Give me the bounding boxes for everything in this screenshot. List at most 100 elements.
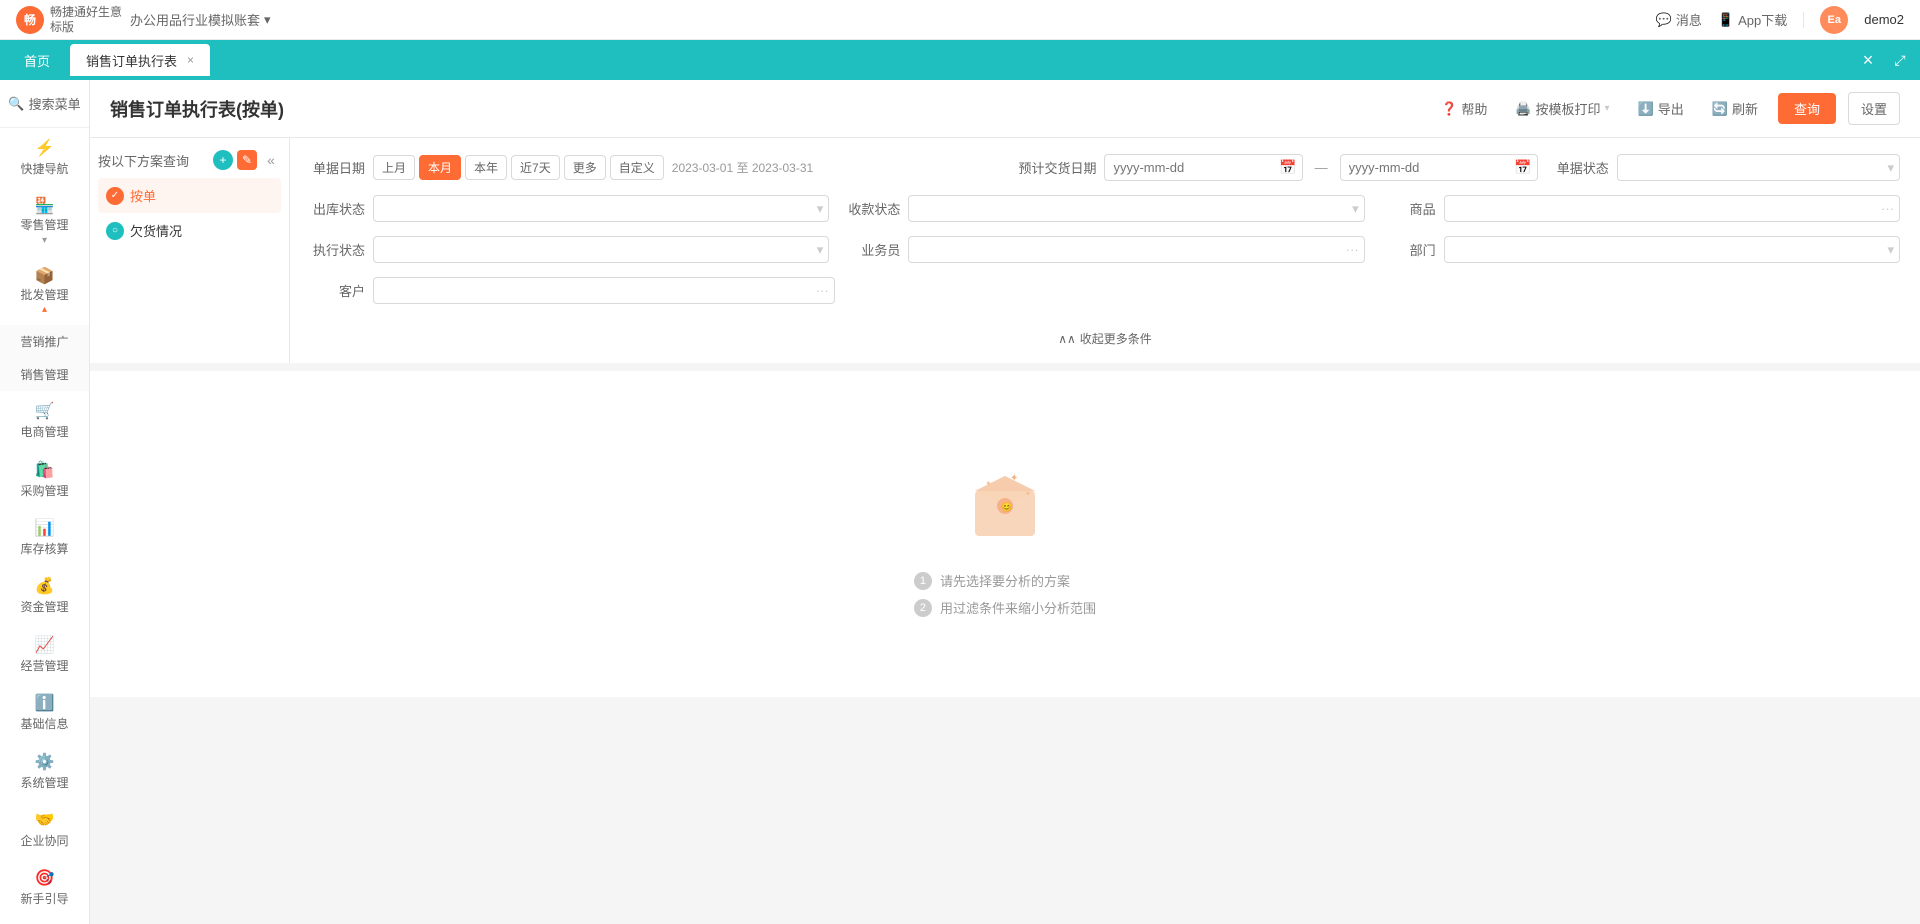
doc-status-input[interactable] (1617, 154, 1900, 181)
filter-panel: 按以下方案查询 + ✎ « ✓ 按单 ○ 欠货情况 (90, 138, 1920, 363)
date-filter-buttons: 上月 本月 本年 近7天 更多 自定义 (373, 155, 664, 180)
expected-delivery-start: 📅 (1104, 154, 1302, 181)
settings-button[interactable]: 设置 (1848, 92, 1900, 125)
sidebar-item-wholesale[interactable]: 📦 批发管理 ▴ (0, 256, 89, 325)
divider (1803, 12, 1804, 28)
message-button[interactable]: 💬 消息 (1656, 10, 1702, 29)
sidebar-item-quick-nav[interactable]: ⚡ 快捷导航 (0, 128, 89, 186)
delivery-status-input[interactable] (373, 195, 829, 222)
execution-status-dropdown-icon: ▾ (817, 242, 824, 258)
page-header-actions: ❓ 帮助 🖨️ 按模板打印 ▾ ⬇️ 导出 🔄 刷新 查询 (1433, 92, 1900, 125)
export-icon: ⬇️ (1638, 101, 1654, 117)
date-btn-this-month[interactable]: 本月 (419, 155, 461, 180)
execution-status-input[interactable] (373, 236, 829, 263)
sidebar-item-inventory[interactable]: 📊 库存核算 (0, 508, 89, 566)
refresh-icon: 🔄 (1712, 101, 1728, 117)
collapse-scheme-button[interactable]: « (261, 150, 281, 170)
ecommerce-icon: 🛒 (35, 401, 55, 421)
payment-status-field: 收款状态 ▾ (845, 195, 1364, 222)
add-scheme-button[interactable]: + (213, 150, 233, 170)
sidebar-item-enterprise[interactable]: 🤝 企业协同 (0, 800, 89, 858)
salesman-input[interactable] (908, 236, 1364, 263)
goods-input[interactable] (1444, 195, 1900, 222)
payment-status-wrapper: ▾ (908, 195, 1364, 222)
tab-close-window-button[interactable]: × (1856, 48, 1880, 72)
delivery-status-field: 出库状态 ▾ (310, 195, 829, 222)
app-download-button[interactable]: 📱 App下载 (1718, 10, 1787, 29)
empty-hint-1: 1 请先选择要分析的方案 (914, 571, 1096, 590)
date-btn-more[interactable]: 更多 (564, 155, 606, 180)
empty-hint-2: 2 用过滤条件来缩小分析范围 (914, 598, 1096, 617)
goods-more-icon[interactable]: ··· (1881, 201, 1894, 216)
refresh-button[interactable]: 🔄 刷新 (1704, 95, 1766, 122)
date-btn-last-month[interactable]: 上月 (373, 155, 415, 180)
export-button[interactable]: ⬇️ 导出 (1630, 95, 1692, 122)
breadcrumb: 办公用品行业模拟账套 ▾ (130, 10, 271, 29)
sidebar-item-basic[interactable]: ℹ️ 基础信息 (0, 683, 89, 741)
main-layout: 🔍 搜索菜单 ⚡ 快捷导航 🏪 零售管理 ▾ 📦 批发管理 ▴ 营销推广 销售 (0, 80, 1920, 924)
basic-icon: ℹ️ (35, 693, 55, 713)
tab-home[interactable]: 首页 (8, 44, 66, 76)
filter-left-actions: + ✎ « (213, 150, 281, 170)
sidebar-item-retail[interactable]: 🏪 零售管理 ▾ (0, 186, 89, 255)
calendar-start-icon: 📅 (1279, 159, 1296, 176)
page-title: 销售订单执行表(按单) (110, 96, 284, 122)
date-btn-this-year[interactable]: 本年 (465, 155, 507, 180)
customer-more-icon[interactable]: ··· (816, 283, 829, 298)
retail-arrow-icon: ▾ (42, 235, 47, 246)
filter-row-3: 执行状态 ▾ 业务员 ··· 部门 (310, 236, 1900, 263)
top-bar-right: 💬 消息 📱 App下载 Ea demo2 (1656, 6, 1904, 34)
tab-close-icon[interactable]: × (187, 53, 194, 67)
expected-delivery-field: 预计交货日期 📅 — 📅 (1018, 154, 1537, 181)
sidebar-item-ecommerce[interactable]: 🛒 电商管理 (0, 391, 89, 449)
doc-status-field: 单据状态 ▾ (1554, 154, 1900, 181)
template-print-arrow-icon: ▾ (1605, 103, 1610, 114)
quick-nav-icon: ⚡ (35, 138, 55, 158)
edit-scheme-button[interactable]: ✎ (237, 150, 257, 170)
department-dropdown-icon: ▾ (1887, 242, 1894, 258)
sidebar-item-guide[interactable]: 🎯 新手引导 (0, 858, 89, 916)
customer-input[interactable] (373, 277, 835, 304)
print-icon: 🖨️ (1515, 101, 1531, 117)
sidebar-item-sales[interactable]: 销售管理 (0, 358, 89, 391)
collapse-more-conditions-button[interactable]: ∧∧ 收起更多条件 (1058, 322, 1152, 355)
hint-num-1: 1 (914, 572, 932, 590)
tab-maximize-button[interactable]: ⤢ (1888, 48, 1912, 72)
salesman-wrapper: ··· (908, 236, 1364, 263)
sidebar-item-apps[interactable]: 📱 应用中心 (0, 917, 89, 924)
scheme-icon-normal: ○ (106, 222, 124, 240)
expected-delivery-end-input[interactable] (1340, 154, 1538, 181)
payment-status-input[interactable] (908, 195, 1364, 222)
scheme-item-按单[interactable]: ✓ 按单 (98, 178, 281, 213)
svg-text:✦: ✦ (1010, 473, 1018, 484)
doc-status-dropdown-icon: ▾ (1887, 160, 1894, 176)
sidebar-item-system[interactable]: ⚙️ 系统管理 (0, 742, 89, 800)
date-btn-custom[interactable]: 自定义 (610, 155, 664, 180)
sidebar-item-finance[interactable]: 💰 资金管理 (0, 566, 89, 624)
sidebar-item-marketing[interactable]: 营销推广 (0, 325, 89, 358)
goods-wrapper: ··· (1444, 195, 1900, 222)
user-name[interactable]: demo2 (1864, 12, 1904, 27)
scheme-item-欠货情况[interactable]: ○ 欠货情况 (98, 213, 281, 248)
tab-bar-actions: × ⤢ (1856, 48, 1912, 72)
sidebar-item-operation[interactable]: 📈 经营管理 (0, 625, 89, 683)
calendar-end-icon: 📅 (1514, 159, 1531, 176)
search-menu-button[interactable]: 🔍 搜索菜单 (8, 90, 81, 117)
department-input[interactable] (1444, 236, 1900, 263)
logo-area: 畅 畅捷通好生意 标版 (16, 5, 122, 34)
delivery-status-wrapper: ▾ (373, 195, 829, 222)
filter-right-panel: 单据日期 上月 本月 本年 近7天 更多 自定义 2023-03-01 至 20… (290, 138, 1920, 363)
message-icon: 💬 (1656, 12, 1672, 28)
query-button[interactable]: 查询 (1778, 93, 1836, 124)
salesman-more-icon[interactable]: ··· (1346, 242, 1359, 257)
sidebar-item-purchase[interactable]: 🛍️ 采购管理 (0, 450, 89, 508)
inventory-icon: 📊 (35, 518, 55, 538)
help-icon: ❓ (1441, 101, 1457, 117)
expected-delivery-start-input[interactable] (1104, 154, 1302, 181)
tab-active[interactable]: 销售订单执行表 × (70, 44, 210, 76)
date-btn-7days[interactable]: 近7天 (511, 155, 560, 180)
help-button[interactable]: ❓ 帮助 (1433, 95, 1495, 122)
enterprise-icon: 🤝 (35, 810, 55, 830)
template-print-button[interactable]: 🖨️ 按模板打印 ▾ (1507, 95, 1617, 122)
breadcrumb-dropdown-icon[interactable]: ▾ (264, 12, 271, 28)
